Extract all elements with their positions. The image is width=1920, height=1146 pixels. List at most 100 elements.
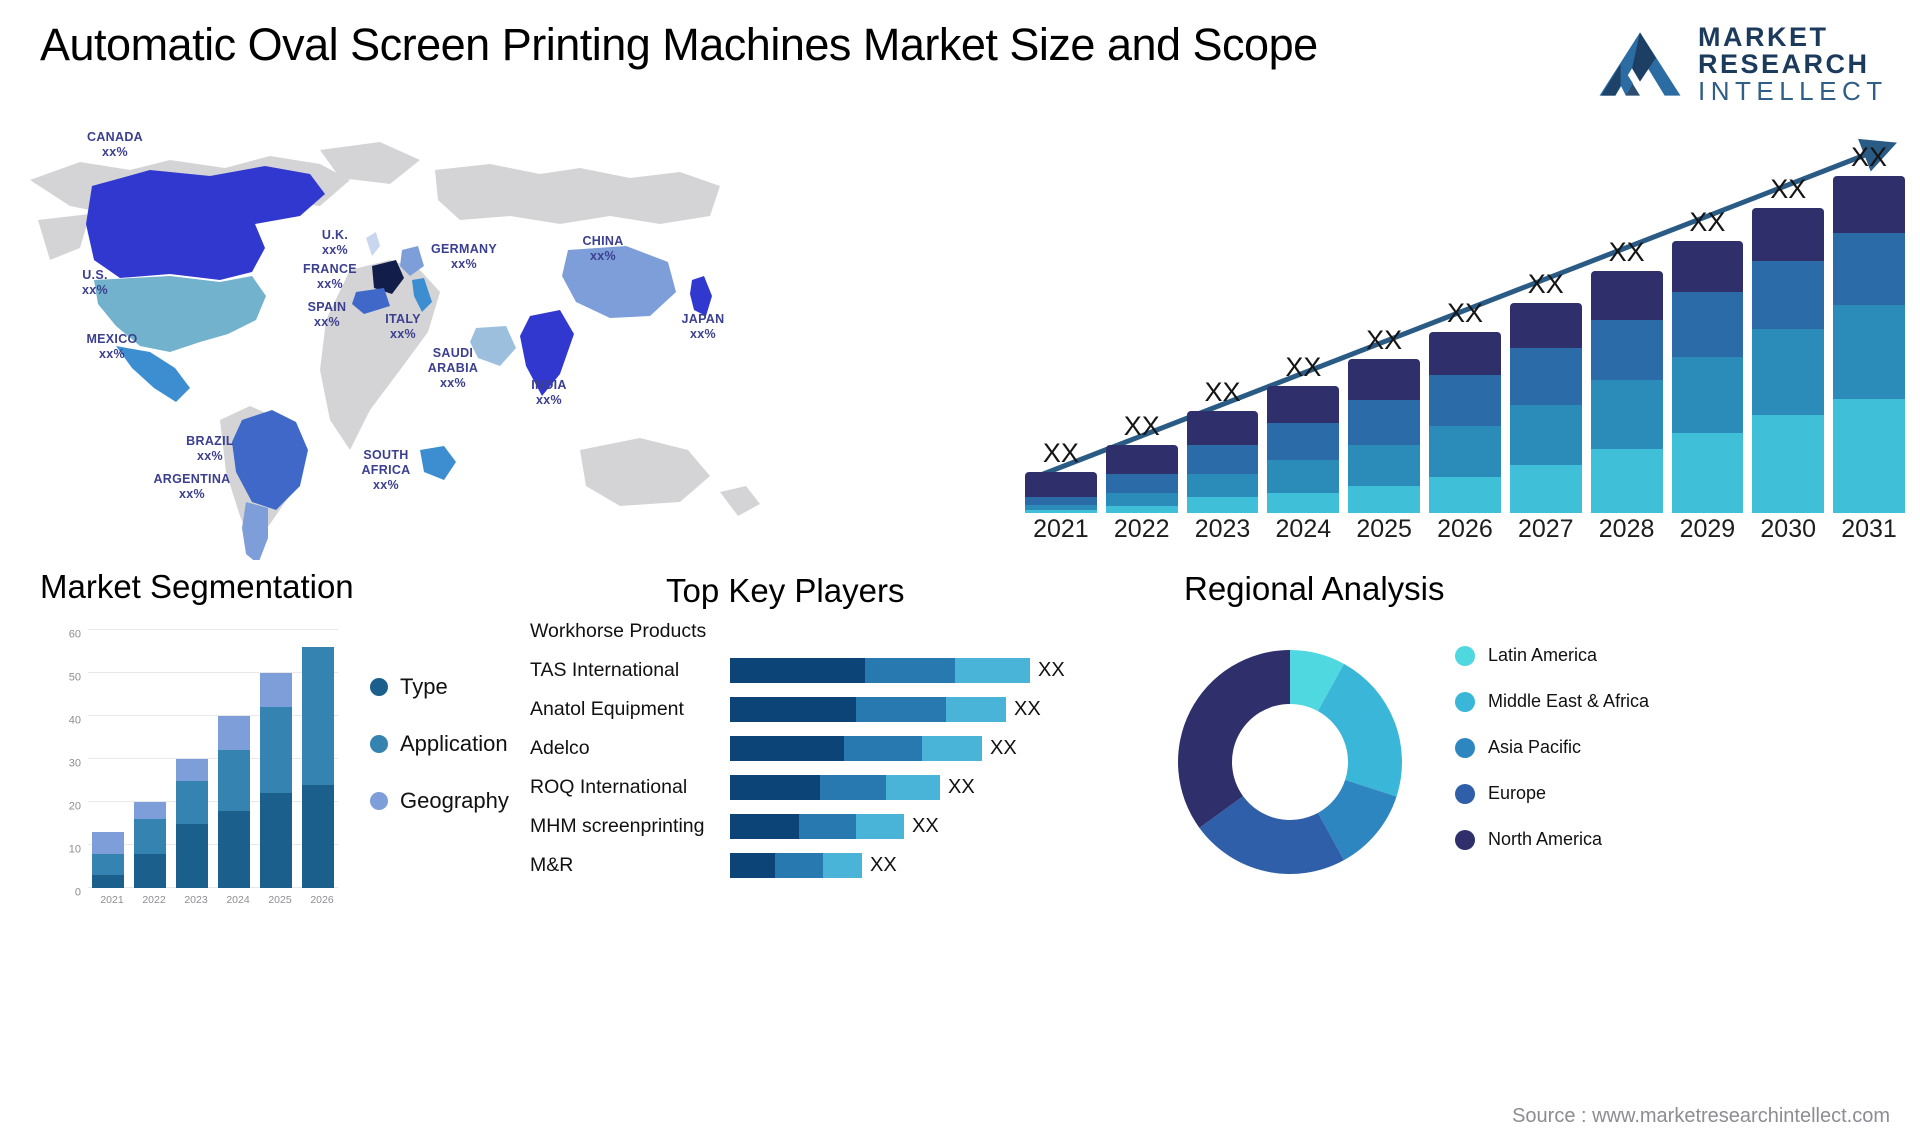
map-label-saudi-arabia: SAUDI ARABIA xx% xyxy=(418,346,488,390)
forecast-bar-segment xyxy=(1267,460,1340,494)
forecast-year-label: 2029 xyxy=(1679,515,1736,543)
player-bar-segment xyxy=(730,697,856,722)
map-label-mexico: MEXICO xx% xyxy=(72,332,152,362)
player-bar-segment xyxy=(730,736,844,761)
forecast-stacked-bar xyxy=(1429,332,1501,513)
forecast-stacked-bar xyxy=(1752,208,1825,513)
forecast-bar-segment xyxy=(1267,423,1340,461)
forecast-bar-segment xyxy=(1429,476,1501,513)
forecast-bar-segment xyxy=(1348,399,1421,445)
forecast-bar-segment xyxy=(1025,497,1097,506)
player-bar-segment xyxy=(730,814,799,839)
forecast-bar-chart: XX XX XX XX XX XX XX XX XX XX XX 2021 2022 2023 2024 2… xyxy=(1025,130,1905,555)
player-row: ROQ International XX xyxy=(530,768,1090,807)
segmentation-stacked-bar xyxy=(218,715,250,888)
segmentation-legend-label: Type xyxy=(400,674,448,699)
forecast-bar-segment xyxy=(1267,386,1340,424)
map-label-china: CHINA xx% xyxy=(568,234,638,264)
segmentation-legend: Type Application Geography xyxy=(370,674,509,845)
map-label-name: JAPAN xyxy=(681,312,725,326)
player-name-label: M&R xyxy=(530,854,574,876)
segmentation-bar-segment xyxy=(260,707,292,794)
market-segmentation-chart: 0 10 20 30 40 50 60 2021 2022 2023 2024 2025 2026 T… xyxy=(40,612,520,912)
segmentation-stacked-bar xyxy=(134,801,166,888)
map-label-value: xx% xyxy=(440,375,466,390)
forecast-bar-column: XX xyxy=(1752,130,1825,513)
segmentation-bar-segment xyxy=(176,823,208,888)
forecast-bar-column: XX xyxy=(1025,130,1097,513)
segmentation-title: Market Segmentation xyxy=(40,568,354,605)
player-row: Adelco XX xyxy=(530,729,1090,768)
map-label-value: xx% xyxy=(197,448,223,463)
forecast-x-axis: 2021 2022 2023 2024 2025 2026 2027 2028 2029 2030… xyxy=(1025,515,1905,555)
player-bar-wrapper: XX xyxy=(730,658,1090,683)
forecast-bar-segment xyxy=(1752,260,1825,330)
top-key-players-chart: Workhorse Products TAS International XX Ana… xyxy=(530,612,1090,902)
forecast-bar-segment xyxy=(1590,270,1663,320)
forecast-year-label: 2030 xyxy=(1760,515,1817,543)
segmentation-y-tick-label: 40 xyxy=(68,714,81,727)
segmentation-legend-item[interactable]: Application xyxy=(370,731,509,757)
forecast-year-label: 2021 xyxy=(1033,515,1089,543)
forecast-bar-segment xyxy=(1752,208,1825,261)
regional-legend-label: North America xyxy=(1488,829,1603,850)
map-label-france: FRANCE xx% xyxy=(292,262,368,292)
forecast-bar-segment xyxy=(1833,304,1905,399)
forecast-stacked-bar xyxy=(1025,471,1097,513)
forecast-year-label: 2026 xyxy=(1437,515,1493,543)
forecast-bar-segment xyxy=(1671,241,1744,293)
forecast-year-label: 2031 xyxy=(1841,515,1897,543)
segmentation-plot-area: 0 10 20 30 40 50 60 xyxy=(69,629,338,899)
forecast-bar-segment xyxy=(1429,375,1501,427)
forecast-bar-segment xyxy=(1833,175,1905,233)
map-label-italy: ITALY xx% xyxy=(372,312,434,342)
forecast-bar-segment xyxy=(1509,404,1582,466)
forecast-stacked-bar xyxy=(1267,386,1340,513)
forecast-stacked-bar xyxy=(1348,358,1421,513)
regional-legend-item[interactable]: North America xyxy=(1455,826,1649,854)
legend-swatch-icon xyxy=(1455,646,1475,666)
map-label-value: xx% xyxy=(322,242,348,257)
map-label-value: xx% xyxy=(590,248,616,263)
regional-legend-item[interactable]: Latin America xyxy=(1455,642,1649,670)
forecast-bar-segment xyxy=(1833,398,1905,513)
donut-slice[interactable] xyxy=(1178,650,1290,828)
segmentation-bar-column xyxy=(260,630,292,888)
world-map: CANADA xx% U.S. xx% MEXICO xx% BRAZIL xx… xyxy=(20,120,820,564)
regional-analysis-chart: Latin America Middle East & Africa Asia Pa… xyxy=(1170,612,1890,912)
player-stacked-bar xyxy=(730,775,940,800)
map-label-name: ARGENTINA xyxy=(153,472,231,486)
player-value-label: XX xyxy=(1038,659,1065,681)
regional-donut-chart xyxy=(1178,650,1402,874)
forecast-bar-segment xyxy=(1671,432,1744,513)
map-label-name: GERMANY xyxy=(431,242,497,256)
forecast-year-label: 2024 xyxy=(1275,515,1332,543)
forecast-year-label: 2028 xyxy=(1598,515,1655,543)
segmentation-legend-item[interactable]: Type xyxy=(370,674,509,700)
segmentation-y-tick-label: 0 xyxy=(74,886,81,899)
player-row: TAS International XX xyxy=(530,651,1090,690)
map-label-name: SPAIN xyxy=(307,300,347,314)
forecast-stacked-bar xyxy=(1590,270,1663,513)
forecast-bar-column: XX xyxy=(1348,130,1421,513)
forecast-stacked-bar xyxy=(1833,175,1905,513)
regional-legend-item[interactable]: Europe xyxy=(1455,780,1649,808)
map-label-name: BRAZIL xyxy=(186,434,234,448)
segmentation-legend-label: Geography xyxy=(400,788,509,813)
infographic-page: Automatic Oval Screen Printing Machines … xyxy=(0,0,1920,1146)
player-bar-segment xyxy=(922,736,982,761)
forecast-bar-segment xyxy=(1509,302,1582,348)
player-stacked-bar xyxy=(730,736,982,761)
segmentation-legend-item[interactable]: Geography xyxy=(370,788,509,814)
map-label-value: xx% xyxy=(317,276,343,291)
regional-legend-item[interactable]: Middle East & Africa xyxy=(1455,688,1649,716)
player-bar-segment xyxy=(886,775,940,800)
map-label-value: xx% xyxy=(690,326,716,341)
player-bar-wrapper: XX xyxy=(730,775,1090,800)
player-value-label: XX xyxy=(1014,698,1041,720)
segmentation-bar-segment xyxy=(134,819,166,854)
segmentation-year-label: 2025 xyxy=(268,894,292,906)
forecast-stacked-bar xyxy=(1509,302,1582,513)
regional-legend-item[interactable]: Asia Pacific xyxy=(1455,734,1649,762)
map-label-uk: U.K. xx% xyxy=(308,228,362,258)
